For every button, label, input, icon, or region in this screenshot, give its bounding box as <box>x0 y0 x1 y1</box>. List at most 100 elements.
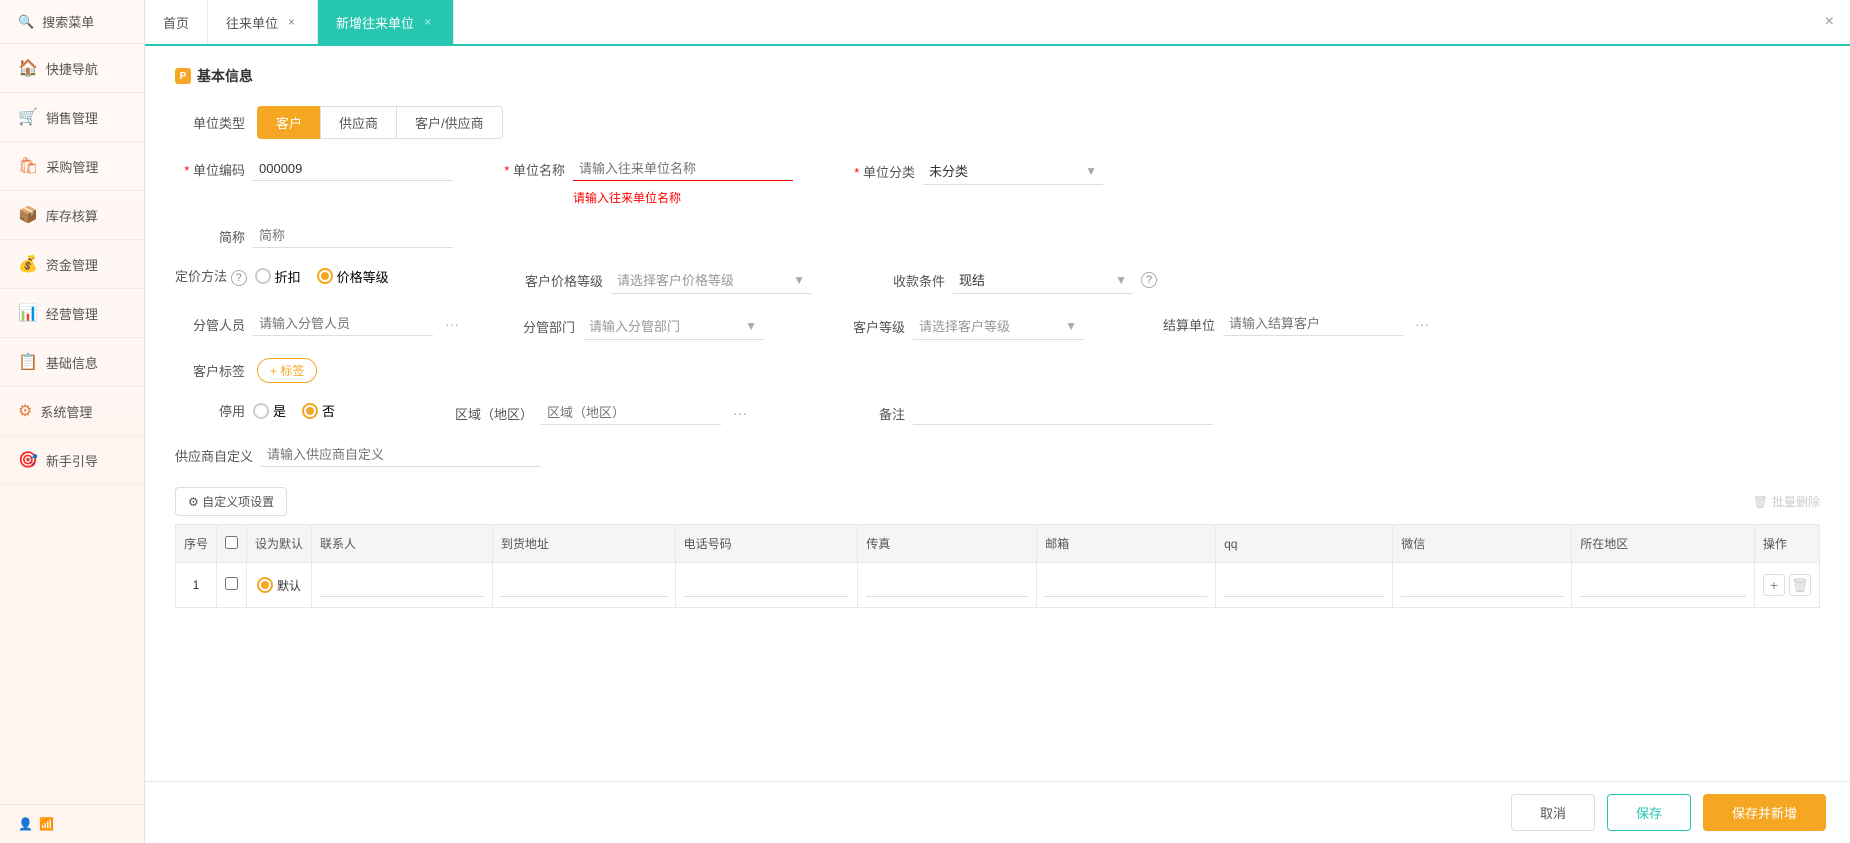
sidebar-bottom[interactable]: 👤 📶 <box>0 804 144 843</box>
row-phone-input[interactable] <box>684 573 850 597</box>
row-wechat <box>1393 563 1572 608</box>
add-tag-button[interactable]: + 标签 <box>257 358 317 383</box>
col-seq: 序号 <box>176 525 217 563</box>
unit-type-customer[interactable]: 客户 <box>257 106 320 139</box>
customer-level-placeholder: 请选择客户等级 <box>919 316 1065 335</box>
payment-terms-arrow: ▼ <box>1115 273 1127 287</box>
contact-table-section: ⚙ 自定义项设置 🗑 批量删除 序号 设为默认 联系人 到货地址 <box>175 487 1820 608</box>
disabled-yes-radio[interactable]: 是 <box>253 401 286 420</box>
tab-new-counterparty-close[interactable]: × <box>420 13 435 31</box>
pricing-discount-radio[interactable]: 折扣 <box>255 267 301 286</box>
row-delivery-input[interactable] <box>501 573 667 597</box>
batch-delete-button[interactable]: 🗑 批量删除 <box>1753 493 1820 510</box>
cancel-button[interactable]: 取消 <box>1511 794 1595 831</box>
row-add-button[interactable]: + <box>1763 574 1785 596</box>
department-dropdown[interactable]: 请输入分管部门 ▼ <box>583 312 763 340</box>
save-new-button[interactable]: 保存并新增 <box>1703 794 1826 831</box>
supplier-custom-input[interactable] <box>261 443 541 467</box>
department-label: 分管部门 <box>505 317 575 336</box>
sidebar-item-inventory[interactable]: 📦 库存核算 <box>0 191 144 240</box>
customer-price-placeholder: 请选择客户价格等级 <box>617 270 793 289</box>
unit-category-dropdown[interactable]: 未分类 ▼ <box>923 157 1103 185</box>
remark-input[interactable] <box>913 401 1213 425</box>
customer-level-label: 客户等级 <box>835 317 905 336</box>
unit-type-group: 客户 供应商 客户/供应商 <box>257 106 503 139</box>
short-name-row: 简称 <box>175 224 1820 248</box>
disabled-field: 停用 是 否 <box>175 401 455 420</box>
select-all-checkbox[interactable] <box>225 536 238 549</box>
tab-home[interactable]: 首页 <box>145 0 208 44</box>
row-fax-input[interactable] <box>866 573 1028 597</box>
row-area <box>1572 563 1755 608</box>
payment-terms-value: 现结 <box>959 270 1115 289</box>
sidebar-label-quick-nav: 快捷导航 <box>46 59 98 78</box>
row-default-radio[interactable]: 默认 <box>255 577 303 594</box>
unit-name-label: * 单位名称 <box>495 160 565 179</box>
tab-new-counterparty[interactable]: 新增往来单位 × <box>318 0 454 44</box>
payment-help-icon[interactable]: ? <box>1141 272 1157 288</box>
customer-price-level-dropdown[interactable]: 请选择客户价格等级 ▼ <box>611 266 811 294</box>
supervisor-more-icon[interactable]: ··· <box>441 316 463 332</box>
custom-settings-button[interactable]: ⚙ 自定义项设置 <box>175 487 287 516</box>
row-checkbox[interactable] <box>225 577 238 590</box>
sidebar-item-search[interactable]: 🔍 搜索菜单 <box>0 0 144 44</box>
money-icon: 💰 <box>18 254 38 274</box>
tab-bar-close-all[interactable]: × <box>1809 13 1850 31</box>
pricing-row: 定价方法 ? 折扣 价格等级 客户价格 <box>175 266 1820 294</box>
row-default-cell: 默认 <box>247 563 312 608</box>
sidebar-item-quick-nav[interactable]: 🏠 快捷导航 <box>0 44 144 93</box>
sidebar-bottom-icon2: 📶 <box>39 817 54 831</box>
section-title-text: 基本信息 <box>197 66 253 86</box>
department-arrow: ▼ <box>745 319 757 333</box>
sidebar-item-sales[interactable]: 🛒 销售管理 <box>0 93 144 142</box>
supervisor-input[interactable] <box>253 312 433 336</box>
section-title-icon: P <box>175 68 191 84</box>
save-button[interactable]: 保存 <box>1607 794 1691 831</box>
sidebar: 🔍 搜索菜单 🏠 快捷导航 🛒 销售管理 🛍 采购管理 📦 库存核算 💰 资金管… <box>0 0 145 843</box>
gear-icon: ⚙ <box>18 401 32 421</box>
region-input[interactable] <box>541 401 721 425</box>
sidebar-item-finance[interactable]: 💰 资金管理 <box>0 240 144 289</box>
level-circle <box>317 268 333 284</box>
chart-icon: 📊 <box>18 303 38 323</box>
settlement-unit-input[interactable] <box>1223 312 1403 336</box>
sidebar-item-guide[interactable]: 🎯 新手引导 <box>0 436 144 485</box>
tab-counterparty-close[interactable]: × <box>284 13 299 31</box>
sidebar-item-operations[interactable]: 📊 经营管理 <box>0 289 144 338</box>
row-contact-input[interactable] <box>320 573 484 597</box>
payment-terms-dropdown[interactable]: 现结 ▼ <box>953 266 1133 294</box>
unit-type-supplier[interactable]: 供应商 <box>320 106 396 139</box>
row-area-input[interactable] <box>1580 573 1746 597</box>
unit-category-label: * 单位分类 <box>845 162 915 181</box>
target-icon: 🎯 <box>18 450 38 470</box>
short-name-input[interactable] <box>253 224 453 248</box>
row-phone <box>675 563 858 608</box>
sidebar-item-basic-info[interactable]: 📋 基础信息 <box>0 338 144 387</box>
row-email-input[interactable] <box>1045 573 1207 597</box>
disabled-no-radio[interactable]: 否 <box>302 401 335 420</box>
region-more-icon[interactable]: ··· <box>729 405 751 421</box>
row-qq-input[interactable] <box>1224 573 1384 597</box>
unit-code-input[interactable] <box>253 157 453 181</box>
row-default-dot <box>261 581 269 589</box>
row-wechat-input[interactable] <box>1401 573 1563 597</box>
sidebar-item-system[interactable]: ⚙ 系统管理 <box>0 387 144 436</box>
row-delete-button[interactable]: 🗑 <box>1789 574 1811 596</box>
customer-level-dropdown[interactable]: 请选择客户等级 ▼ <box>913 312 1083 340</box>
remark-field: 备注 <box>835 401 1820 425</box>
row-qq <box>1216 563 1393 608</box>
tab-bar: 首页 往来单位 × 新增往来单位 × × <box>145 0 1850 46</box>
pricing-help-icon[interactable]: ? <box>231 270 247 286</box>
col-phone: 电话号码 <box>675 525 858 563</box>
sidebar-item-purchase[interactable]: 🛍 采购管理 <box>0 142 144 191</box>
disabled-region-row: 停用 是 否 区域（地区） ··· <box>175 401 1820 425</box>
col-delivery-addr: 到货地址 <box>492 525 675 563</box>
tab-counterparty[interactable]: 往来单位 × <box>208 0 318 44</box>
unit-name-input[interactable] <box>573 157 793 181</box>
unit-name-field: * 单位名称 请输入往来单位名称 <box>495 157 845 206</box>
settlement-unit-more-icon[interactable]: ··· <box>1411 316 1433 332</box>
cart-icon: 🛒 <box>18 107 38 127</box>
sidebar-label-purchase: 采购管理 <box>46 157 98 176</box>
pricing-level-radio[interactable]: 价格等级 <box>317 267 389 286</box>
unit-type-both[interactable]: 客户/供应商 <box>396 106 503 139</box>
